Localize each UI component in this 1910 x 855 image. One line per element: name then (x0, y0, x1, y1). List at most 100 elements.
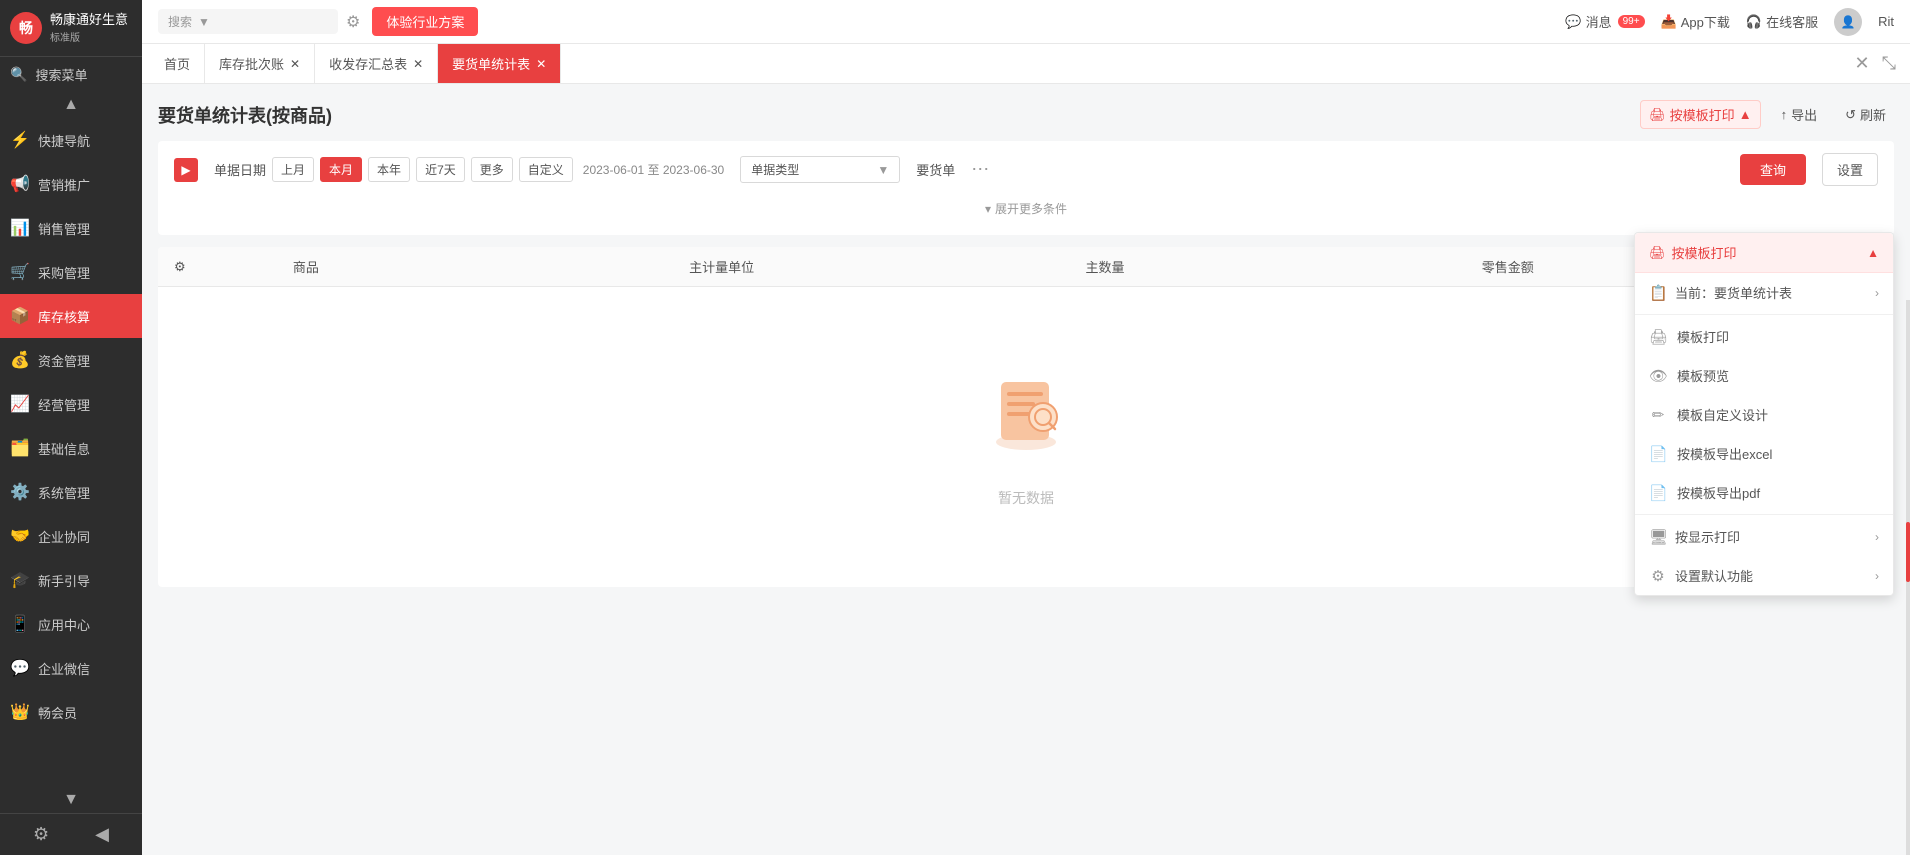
default-func-icon: ⚙ (1649, 567, 1667, 585)
query-btn[interactable]: 查询 (1740, 154, 1806, 185)
divider-2 (1635, 514, 1893, 515)
operations-icon: 📈 (10, 394, 30, 414)
date-btn-this-year[interactable]: 本年 (368, 157, 410, 182)
topbar-search[interactable]: 搜索 ▼ (158, 9, 338, 34)
dropdown-close-icon[interactable]: ▲ (1867, 246, 1879, 260)
sidebar-item-label: 系统管理 (38, 483, 90, 502)
date-btn-this-month[interactable]: 本月 (320, 157, 362, 182)
display-print-icon: 🖥 (1649, 528, 1667, 546)
avatar-placeholder: 👤 (1841, 15, 1856, 29)
topbar-gear-icon[interactable]: ⚙ (346, 12, 360, 32)
tab-close-collection-summary[interactable]: ✕ (413, 58, 423, 70)
sidebar-item-apps[interactable]: 📱 应用中心 (0, 602, 142, 646)
sidebar-item-basics[interactable]: 🗂️ 基础信息 (0, 426, 142, 470)
topbar: 搜索 ▼ ⚙ 体验行业方案 💬 消息 99+ 📥 App下载 🎧 在线客服 👤 … (142, 0, 1910, 44)
member-icon: 👑 (10, 702, 30, 722)
sidebar-item-label: 应用中心 (38, 615, 90, 634)
sidebar-item-label: 销售管理 (38, 219, 90, 238)
scrollbar-thumb (1906, 522, 1910, 582)
settings-btn[interactable]: 设置 (1822, 153, 1878, 186)
dropdown-template-export-excel[interactable]: 📄 按模板导出excel (1635, 434, 1893, 473)
filter-toggle-btn[interactable]: ▶ (174, 158, 198, 182)
guide-icon: 🎓 (10, 570, 30, 590)
dropdown-header-left: 🖨 按模板打印 (1649, 243, 1737, 262)
dropdown-template-print[interactable]: 🖨 模板打印 (1635, 317, 1893, 356)
tabbar: 首页 库存批次账 ✕ 收发存汇总表 ✕ 要货单统计表 ✕ ✕ ⤡ (142, 44, 1910, 84)
export-icon: ↑ (1781, 107, 1788, 122)
tab-batch-account[interactable]: 库存批次账 ✕ (205, 44, 315, 83)
close-icon[interactable]: ✕ (1849, 53, 1876, 74)
dropdown-current-template[interactable]: 📋 当前：要货单统计表 › (1635, 273, 1893, 312)
col-goods: 商品 (293, 257, 689, 276)
sidebar-item-finance[interactable]: 💰 资金管理 (0, 338, 142, 382)
tab-order-stats[interactable]: 要货单统计表 ✕ (438, 44, 561, 83)
sidebar-logo-text-block: 畅康通好生意 标准版 (50, 12, 128, 44)
export-btn[interactable]: ↑ 导出 (1773, 101, 1826, 128)
page-title: 要货单统计表(按商品) (158, 102, 332, 128)
order-stats-label: 要货单统计表 (452, 54, 530, 73)
sidebar-item-shortcut[interactable]: ⚡ 快捷导航 (0, 118, 142, 162)
trial-btn[interactable]: 体验行业方案 (372, 7, 478, 36)
print-template-btn[interactable]: 🖨 按模板打印 ▲ (1640, 100, 1760, 129)
refresh-icon: ↺ (1845, 107, 1856, 123)
col-settings[interactable]: ⚙ (174, 259, 293, 275)
default-func-label: 设置默认功能 (1675, 566, 1753, 585)
sidebar-item-purchase[interactable]: 🛒 采购管理 (0, 250, 142, 294)
refresh-btn[interactable]: ↺ 刷新 (1837, 101, 1894, 128)
dropdown-template-design[interactable]: ✏ 模板自定义设计 (1635, 395, 1893, 434)
right-scrollbar[interactable] (1906, 300, 1910, 855)
sidebar-item-system[interactable]: ⚙️ 系统管理 (0, 470, 142, 514)
messages-action[interactable]: 💬 消息 99+ (1565, 12, 1644, 31)
more-icon[interactable]: ⋯ (971, 159, 989, 180)
filter-row: ▶ 单据日期 上月 本月 本年 近7天 更多 自定义 2023-06-01 至 … (174, 153, 1878, 186)
sidebar-item-collab[interactable]: 🤝 企业协同 (0, 514, 142, 558)
collection-summary-label: 收发存汇总表 (329, 54, 407, 73)
scroll-down-btn[interactable]: ▼ (0, 787, 142, 813)
date-btn-last-7[interactable]: 近7天 (416, 157, 465, 182)
sidebar-item-guide[interactable]: 🎓 新手引导 (0, 558, 142, 602)
app-name: 畅康通好生意 (50, 12, 128, 29)
tab-close-batch-account[interactable]: ✕ (290, 58, 300, 70)
sidebar-item-marketing[interactable]: 📢 营销推广 (0, 162, 142, 206)
expand-conditions-btn[interactable]: ▾ 展开更多条件 (174, 194, 1878, 223)
sidebar-item-label: 新手引导 (38, 571, 90, 590)
sidebar-item-member[interactable]: 👑 畅会员 (0, 690, 142, 734)
sidebar-item-sales[interactable]: 📊 销售管理 (0, 206, 142, 250)
sidebar-search[interactable]: 🔍 搜索菜单 (0, 57, 142, 92)
tab-home[interactable]: 首页 (150, 44, 205, 83)
order-type-select[interactable]: 单据类型 ▼ (740, 156, 900, 183)
dropdown-title: 按模板打印 (1672, 243, 1737, 262)
sidebar-item-label: 采购管理 (38, 263, 90, 282)
settings-bottom-icon[interactable]: ⚙ (33, 824, 49, 845)
dropdown-template-export-pdf[interactable]: 📄 按模板导出pdf (1635, 473, 1893, 512)
tab-collection-summary[interactable]: 收发存汇总表 ✕ (315, 44, 438, 83)
collapse-icon[interactable]: ◀ (95, 824, 109, 845)
order-type-label: 单据类型 (751, 161, 799, 178)
sidebar-item-operations[interactable]: 📈 经营管理 (0, 382, 142, 426)
dropdown-display-print[interactable]: 🖥 按显示打印 › (1635, 517, 1893, 556)
date-btn-more[interactable]: 更多 (471, 157, 513, 182)
user-avatar[interactable]: 👤 (1834, 8, 1862, 36)
scroll-up-btn[interactable]: ▲ (0, 92, 142, 118)
app-logo-icon: 畅 (10, 12, 42, 44)
dropdown-set-default[interactable]: ⚙ 设置默认功能 › (1635, 556, 1893, 595)
app-download-action[interactable]: 📥 App下载 (1661, 12, 1730, 31)
chevron-down-icon: ▼ (198, 15, 210, 29)
excel-icon: 📄 (1649, 445, 1667, 463)
template-preview-icon: 👁 (1649, 367, 1667, 385)
online-support-action[interactable]: 🎧 在线客服 (1746, 12, 1818, 31)
dropdown-template-preview[interactable]: 👁 模板预览 (1635, 356, 1893, 395)
sidebar-item-inventory[interactable]: 📦 库存核算 (0, 294, 142, 338)
date-section: 单据日期 上月 本月 本年 近7天 更多 自定义 2023-06-01 至 20… (214, 157, 724, 182)
sidebar-item-wechat[interactable]: 💬 企业微信 (0, 646, 142, 690)
expand-icon[interactable]: ⤡ (1876, 53, 1902, 74)
date-btn-custom[interactable]: 自定义 (519, 157, 573, 182)
date-btn-last-month[interactable]: 上月 (272, 157, 314, 182)
search-placeholder: 搜索 (168, 13, 192, 30)
chevron-down-icon: ▾ (985, 202, 991, 216)
expand-label: 展开更多条件 (995, 200, 1067, 217)
empty-text: 暂无数据 (998, 488, 1054, 508)
tab-close-order-stats[interactable]: ✕ (536, 58, 546, 70)
sales-icon: 📊 (10, 218, 30, 238)
template-print-label: 模板打印 (1677, 327, 1729, 346)
